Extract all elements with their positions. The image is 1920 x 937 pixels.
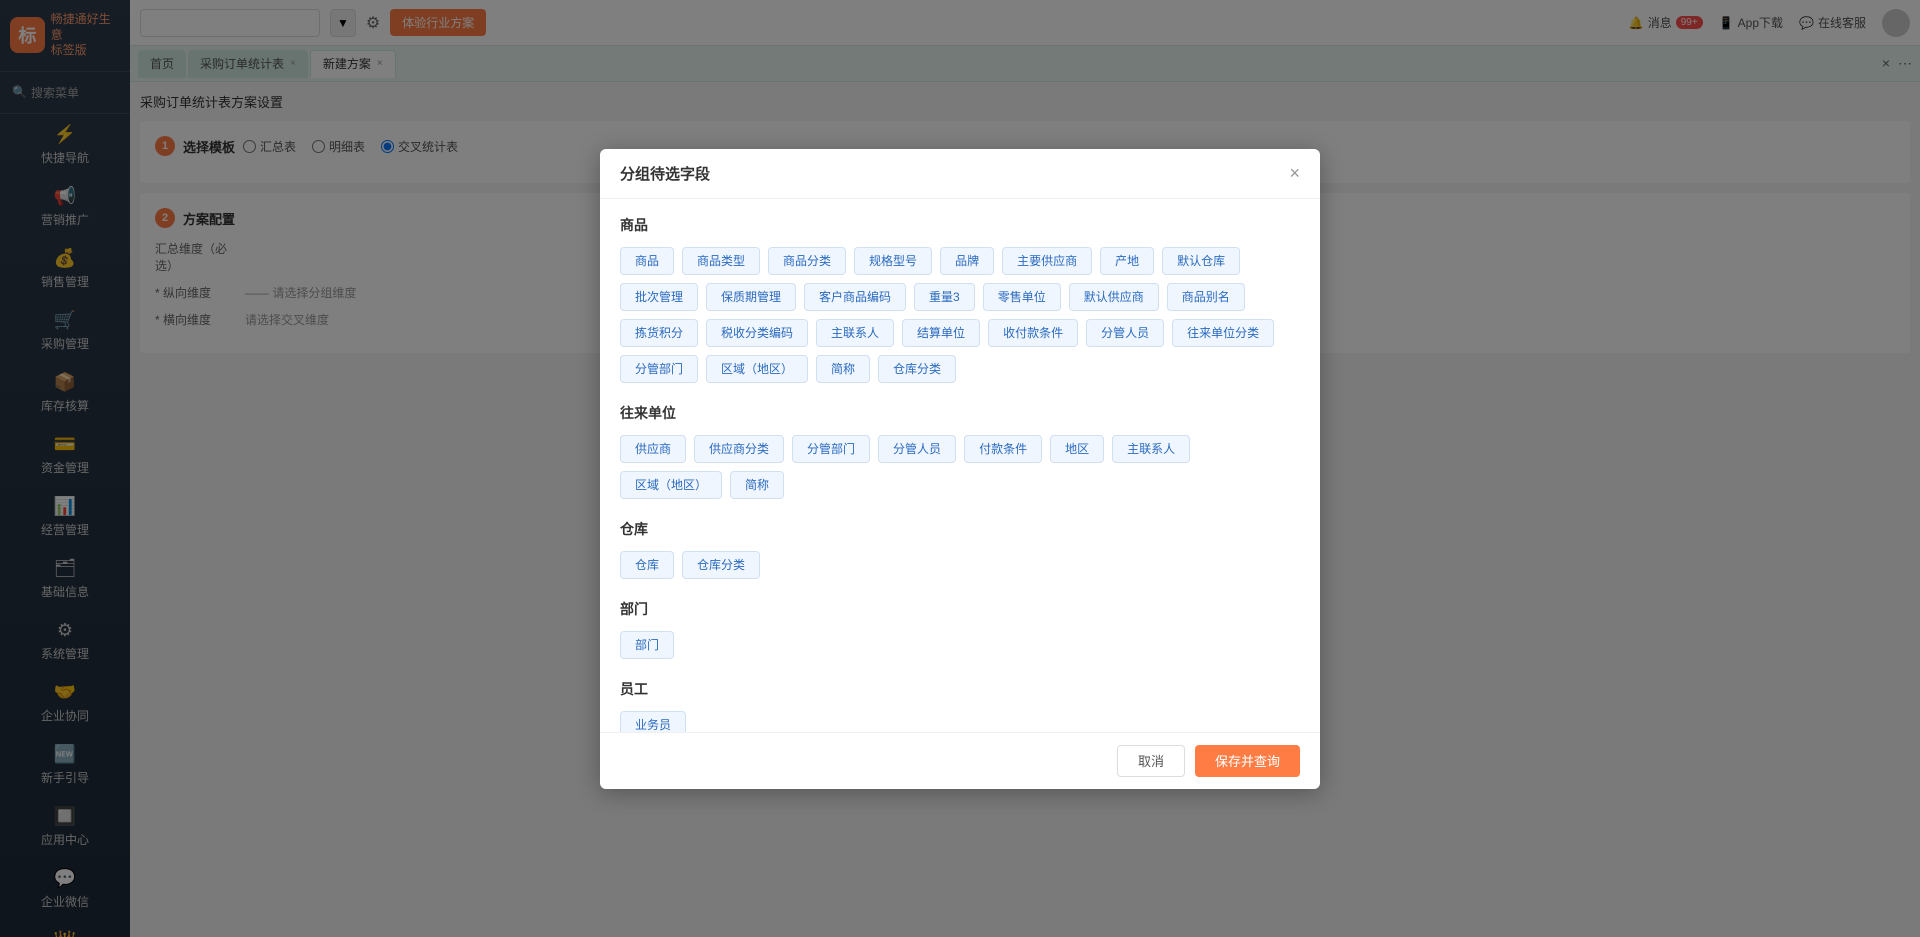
dialog-header: 分组待选字段 ×	[600, 149, 1320, 199]
field-tag[interactable]: 仓库分类	[878, 355, 956, 383]
section-title-employee: 员工	[620, 679, 1300, 699]
field-tag[interactable]: 商品	[620, 247, 674, 275]
field-tag[interactable]: 简称	[730, 471, 784, 499]
field-section-department: 部门部门	[620, 599, 1300, 659]
field-tags-partner: 供应商供应商分类分管部门分管人员付款条件地区主联系人区域（地区） 简称	[620, 435, 1300, 499]
field-tag[interactable]: 业务员	[620, 711, 686, 732]
section-title-warehouse: 仓库	[620, 519, 1300, 539]
field-tag[interactable]: 部门	[620, 631, 674, 659]
section-title-goods: 商品	[620, 215, 1300, 235]
field-section-partner: 往来单位供应商供应商分类分管部门分管人员付款条件地区主联系人区域（地区） 简称	[620, 403, 1300, 499]
field-tag[interactable]: 付款条件	[964, 435, 1042, 463]
field-tag[interactable]: 重量3	[914, 283, 975, 311]
field-tag[interactable]: 区域（地区）	[706, 355, 808, 383]
field-tag[interactable]: 区域（地区）	[620, 471, 722, 499]
field-tag[interactable]: 品牌	[940, 247, 994, 275]
confirm-button[interactable]: 保存并查询	[1195, 745, 1300, 777]
field-select-dialog: 分组待选字段 × 商品商品商品类型商品分类规格型号品牌主要供应商产地默认仓库批次…	[600, 149, 1320, 789]
field-tag[interactable]: 主要供应商	[1002, 247, 1092, 275]
field-tags-department: 部门	[620, 631, 1300, 659]
field-tag[interactable]: 零售单位	[983, 283, 1061, 311]
section-title-partner: 往来单位	[620, 403, 1300, 423]
field-tag[interactable]: 结算单位	[902, 319, 980, 347]
field-tags-goods: 商品商品类型商品分类规格型号品牌主要供应商产地默认仓库批次管理保质期管理客户商品…	[620, 247, 1300, 383]
field-tag[interactable]: 仓库	[620, 551, 674, 579]
field-tag[interactable]: 分管部门	[792, 435, 870, 463]
field-tag[interactable]: 商品别名	[1167, 283, 1245, 311]
dialog-close-button[interactable]: ×	[1289, 163, 1300, 184]
field-tag[interactable]: 保质期管理	[706, 283, 796, 311]
field-tag[interactable]: 客户商品编码	[804, 283, 906, 311]
dialog-body: 商品商品商品类型商品分类规格型号品牌主要供应商产地默认仓库批次管理保质期管理客户…	[600, 199, 1320, 732]
field-tag[interactable]: 商品类型	[682, 247, 760, 275]
field-tag[interactable]: 分管人员	[878, 435, 956, 463]
field-tag[interactable]: 分管人员	[1086, 319, 1164, 347]
field-tags-warehouse: 仓库仓库分类	[620, 551, 1300, 579]
field-tag[interactable]: 默认仓库	[1162, 247, 1240, 275]
field-tag[interactable]: 默认供应商	[1069, 283, 1159, 311]
field-tag[interactable]: 简称	[816, 355, 870, 383]
field-section-employee: 员工业务员	[620, 679, 1300, 732]
field-tag[interactable]: 商品分类	[768, 247, 846, 275]
field-tag[interactable]: 分管部门	[620, 355, 698, 383]
field-tag[interactable]: 供应商	[620, 435, 686, 463]
field-section-warehouse: 仓库仓库仓库分类	[620, 519, 1300, 579]
field-section-goods: 商品商品商品类型商品分类规格型号品牌主要供应商产地默认仓库批次管理保质期管理客户…	[620, 215, 1300, 383]
field-tag[interactable]: 批次管理	[620, 283, 698, 311]
field-tag[interactable]: 仓库分类	[682, 551, 760, 579]
field-tag[interactable]: 规格型号	[854, 247, 932, 275]
section-title-department: 部门	[620, 599, 1300, 619]
field-tag[interactable]: 产地	[1100, 247, 1154, 275]
field-tag[interactable]: 拣货积分	[620, 319, 698, 347]
field-tags-employee: 业务员	[620, 711, 1300, 732]
field-tag[interactable]: 主联系人	[1112, 435, 1190, 463]
field-tag[interactable]: 往来单位分类	[1172, 319, 1274, 347]
dialog-footer: 取消 保存并查询	[600, 732, 1320, 789]
field-tag[interactable]: 地区	[1050, 435, 1104, 463]
dialog-title: 分组待选字段	[620, 163, 710, 184]
field-tag[interactable]: 税收分类编码	[706, 319, 808, 347]
cancel-button[interactable]: 取消	[1117, 745, 1185, 777]
field-tag[interactable]: 主联系人	[816, 319, 894, 347]
field-tag[interactable]: 供应商分类	[694, 435, 784, 463]
field-tag[interactable]: 收付款条件	[988, 319, 1078, 347]
